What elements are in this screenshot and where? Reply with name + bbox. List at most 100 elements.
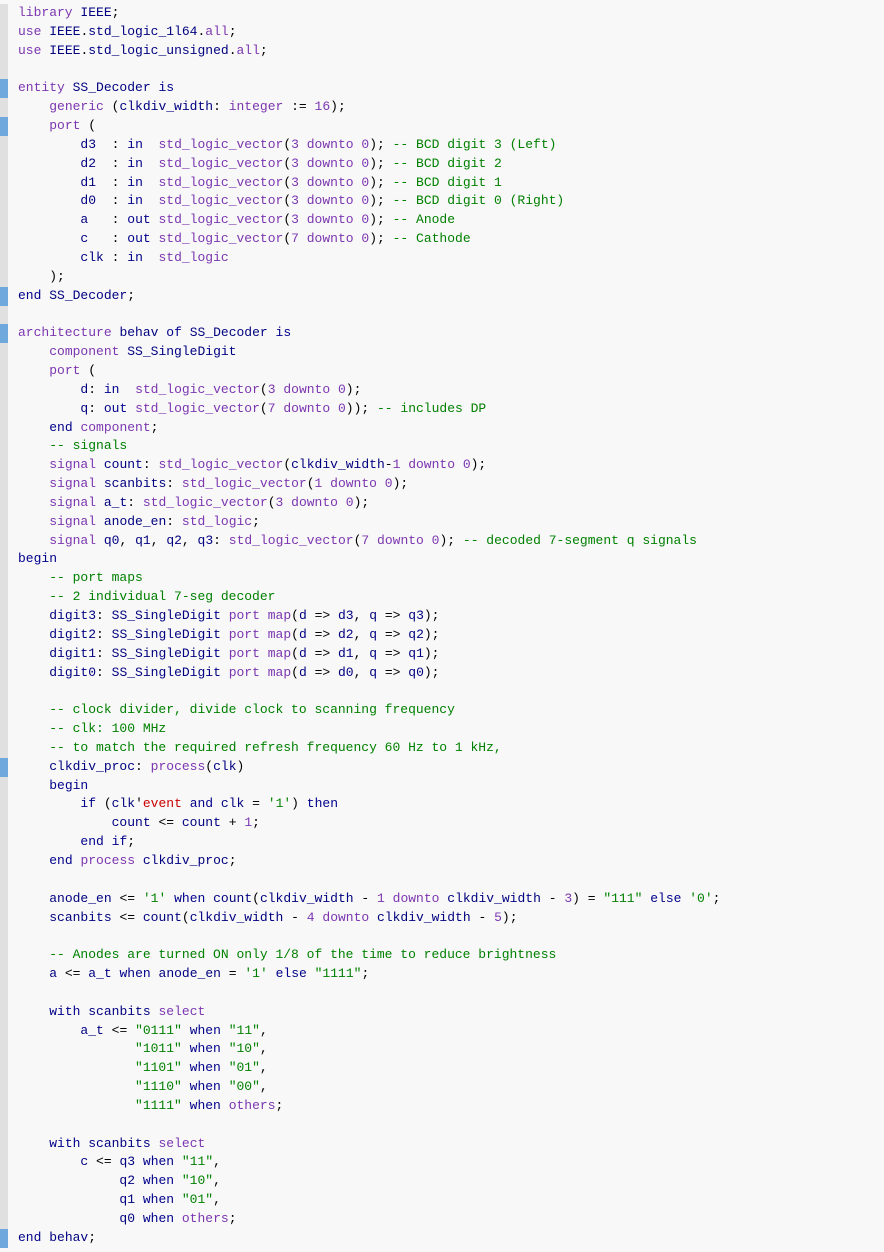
- code-content: "1111" when others;: [12, 1097, 283, 1116]
- code-content: a <= a_t when anode_en = '1' else "1111"…: [12, 965, 369, 984]
- code-line: [0, 306, 884, 325]
- gutter-marker: [0, 79, 8, 98]
- code-content: -- 2 individual 7-seg decoder: [12, 588, 275, 607]
- gutter-marker: [0, 1040, 8, 1059]
- code-line: [0, 927, 884, 946]
- gutter-marker: [0, 607, 8, 626]
- code-content: end SS_Decoder;: [12, 287, 135, 306]
- gutter-marker: [0, 362, 8, 381]
- code-line: use IEEE.std_logic_1l64.all;: [0, 23, 884, 42]
- code-line: -- Anodes are turned ON only 1/8 of the …: [0, 946, 884, 965]
- gutter-marker: [0, 1003, 8, 1022]
- code-content: [12, 61, 26, 80]
- code-line: d2 : in std_logic_vector(3 downto 0); --…: [0, 155, 884, 174]
- gutter-marker: [0, 720, 8, 739]
- code-line: with scanbits select: [0, 1135, 884, 1154]
- code-content: );: [12, 268, 65, 287]
- gutter-marker: [0, 324, 8, 343]
- code-content: c : out std_logic_vector(7 downto 0); --…: [12, 230, 471, 249]
- code-content: signal count: std_logic_vector(clkdiv_wi…: [12, 456, 486, 475]
- code-content: with scanbits select: [12, 1003, 205, 1022]
- code-line: c : out std_logic_vector(7 downto 0); --…: [0, 230, 884, 249]
- code-content: signal anode_en: std_logic;: [12, 513, 260, 532]
- gutter-marker: [0, 343, 8, 362]
- gutter-marker: [0, 777, 8, 796]
- gutter-marker: [0, 475, 8, 494]
- code-content: use IEEE.std_logic_unsigned.all;: [12, 42, 268, 61]
- gutter-marker: [0, 1210, 8, 1229]
- gutter-marker: [0, 814, 8, 833]
- code-content: [12, 984, 26, 1003]
- code-line: count <= count + 1;: [0, 814, 884, 833]
- code-line: library IEEE;: [0, 4, 884, 23]
- gutter-marker: [0, 795, 8, 814]
- code-content: [12, 682, 26, 701]
- code-line: scanbits <= count(clkdiv_width - 4 downt…: [0, 909, 884, 928]
- code-content: if (clk'event and clk = '1') then: [12, 795, 338, 814]
- gutter-marker: [0, 249, 8, 268]
- code-line: -- clock divider, divide clock to scanni…: [0, 701, 884, 720]
- gutter-marker: [0, 381, 8, 400]
- code-line: -- signals: [0, 437, 884, 456]
- gutter-marker: [0, 664, 8, 683]
- code-content: digit3: SS_SingleDigit port map(d => d3,…: [12, 607, 439, 626]
- gutter-marker: [0, 155, 8, 174]
- code-line: );: [0, 268, 884, 287]
- code-content: end if;: [12, 833, 135, 852]
- gutter-marker: [0, 268, 8, 287]
- code-content: d3 : in std_logic_vector(3 downto 0); --…: [12, 136, 556, 155]
- code-content: -- clk: 100 MHz: [12, 720, 166, 739]
- code-content: library IEEE;: [12, 4, 119, 23]
- code-line: a_t <= "0111" when "11",: [0, 1022, 884, 1041]
- gutter-marker: [0, 965, 8, 984]
- code-line: digit3: SS_SingleDigit port map(d => d3,…: [0, 607, 884, 626]
- gutter-marker: [0, 645, 8, 664]
- code-content: digit2: SS_SingleDigit port map(d => d2,…: [12, 626, 439, 645]
- code-line: port (: [0, 117, 884, 136]
- gutter-marker: [0, 739, 8, 758]
- gutter-marker: [0, 174, 8, 193]
- code-line: signal anode_en: std_logic;: [0, 513, 884, 532]
- code-content: "1101" when "01",: [12, 1059, 268, 1078]
- code-line: port (: [0, 362, 884, 381]
- code-line: component SS_SingleDigit: [0, 343, 884, 362]
- gutter-marker: [0, 909, 8, 928]
- code-content: "1110" when "00",: [12, 1078, 268, 1097]
- code-line: with scanbits select: [0, 1003, 884, 1022]
- code-content: digit0: SS_SingleDigit port map(d => d0,…: [12, 664, 439, 683]
- code-content: signal a_t: std_logic_vector(3 downto 0)…: [12, 494, 369, 513]
- code-line: end if;: [0, 833, 884, 852]
- code-line: q2 when "10",: [0, 1172, 884, 1191]
- gutter-marker: [0, 192, 8, 211]
- gutter-marker: [0, 211, 8, 230]
- gutter-marker: [0, 513, 8, 532]
- code-content: signal scanbits: std_logic_vector(1 down…: [12, 475, 408, 494]
- code-line: "1110" when "00",: [0, 1078, 884, 1097]
- code-content: d1 : in std_logic_vector(3 downto 0); --…: [12, 174, 502, 193]
- code-content: port (: [12, 362, 96, 381]
- code-line: q: out std_logic_vector(7 downto 0)); --…: [0, 400, 884, 419]
- code-line: [0, 682, 884, 701]
- gutter-marker: [0, 230, 8, 249]
- code-line: clk : in std_logic: [0, 249, 884, 268]
- gutter-marker: [0, 890, 8, 909]
- code-content: end component;: [12, 419, 158, 438]
- code-line: c <= q3 when "11",: [0, 1153, 884, 1172]
- code-line: end SS_Decoder;: [0, 287, 884, 306]
- code-line: q1 when "01",: [0, 1191, 884, 1210]
- gutter-marker: [0, 456, 8, 475]
- code-line: anode_en <= '1' when count(clkdiv_width …: [0, 890, 884, 909]
- code-line: clkdiv_proc: process(clk): [0, 758, 884, 777]
- code-content: q: out std_logic_vector(7 downto 0)); --…: [12, 400, 486, 419]
- code-content: anode_en <= '1' when count(clkdiv_width …: [12, 890, 720, 909]
- code-line: -- clk: 100 MHz: [0, 720, 884, 739]
- code-content: with scanbits select: [12, 1135, 205, 1154]
- code-line: signal scanbits: std_logic_vector(1 down…: [0, 475, 884, 494]
- code-line: -- port maps: [0, 569, 884, 588]
- code-line: d: in std_logic_vector(3 downto 0);: [0, 381, 884, 400]
- gutter-marker: [0, 400, 8, 419]
- code-content: port (: [12, 117, 96, 136]
- code-line: a <= a_t when anode_en = '1' else "1111"…: [0, 965, 884, 984]
- gutter-marker: [0, 701, 8, 720]
- code-line: "1011" when "10",: [0, 1040, 884, 1059]
